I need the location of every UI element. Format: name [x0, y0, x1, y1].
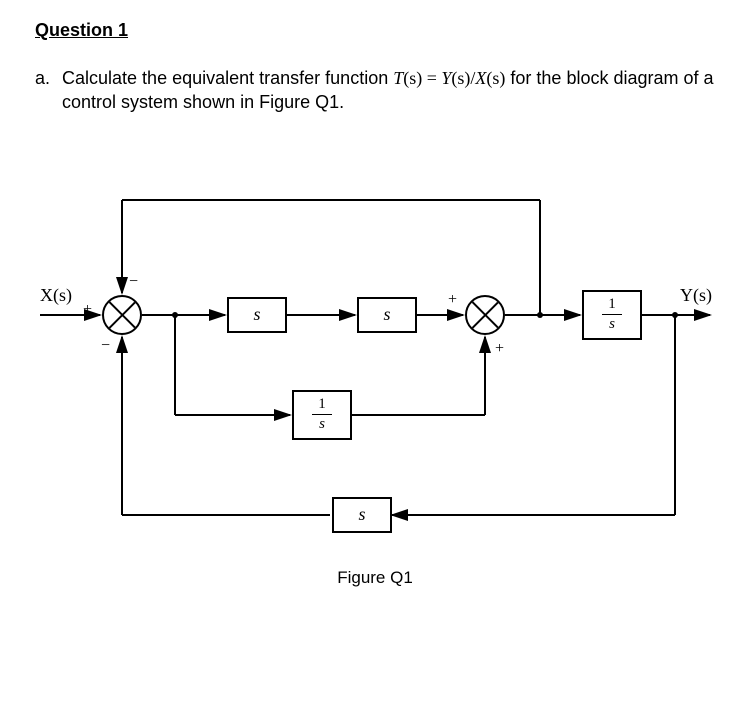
- frac-num-inner: 1: [318, 397, 326, 412]
- sum2-left-plus: +: [448, 291, 457, 309]
- eq-X: X: [475, 68, 486, 88]
- item-letter: a.: [35, 66, 50, 115]
- eq-open: (s) =: [403, 68, 441, 88]
- block-diagram: X(s) Y(s) + − − + + s s 1 s 1 s s Figure…: [35, 145, 715, 595]
- sum-junction-1: [102, 295, 142, 335]
- sum-junction-2: [465, 295, 505, 335]
- input-label: X(s): [40, 285, 72, 306]
- question-heading: Question 1: [35, 20, 717, 41]
- block-s-2: s: [357, 297, 417, 333]
- frac-den: s: [609, 317, 615, 332]
- prompt: a. Calculate the equivalent transfer fun…: [35, 66, 717, 115]
- eq-close: (s): [486, 68, 505, 88]
- eq-mid: (s)/: [451, 68, 475, 88]
- frac-line-inner: [312, 414, 332, 416]
- block-s-1: s: [227, 297, 287, 333]
- eq-Y: Y: [441, 68, 451, 88]
- block-s-feedback: s: [332, 497, 392, 533]
- sum2-bot-plus: +: [495, 340, 504, 358]
- output-label: Y(s): [680, 285, 712, 306]
- sum1-top-minus: −: [129, 273, 138, 291]
- frac-num: 1: [608, 297, 616, 312]
- eq-T: T: [393, 68, 403, 88]
- block-1-over-s-forward: 1 s: [582, 290, 642, 340]
- figure-caption: Figure Q1: [35, 568, 715, 588]
- frac-line: [602, 314, 622, 316]
- prompt-text: Calculate the equivalent transfer functi…: [62, 66, 717, 115]
- block-1-over-s-inner: 1 s: [292, 390, 352, 440]
- sum1-bot-minus: −: [101, 337, 110, 355]
- frac-forward: 1 s: [602, 297, 622, 333]
- prompt-part1: Calculate the equivalent transfer functi…: [62, 68, 393, 88]
- frac-inner: 1 s: [312, 397, 332, 433]
- frac-den-inner: s: [319, 417, 325, 432]
- sum1-left-plus: +: [83, 301, 92, 319]
